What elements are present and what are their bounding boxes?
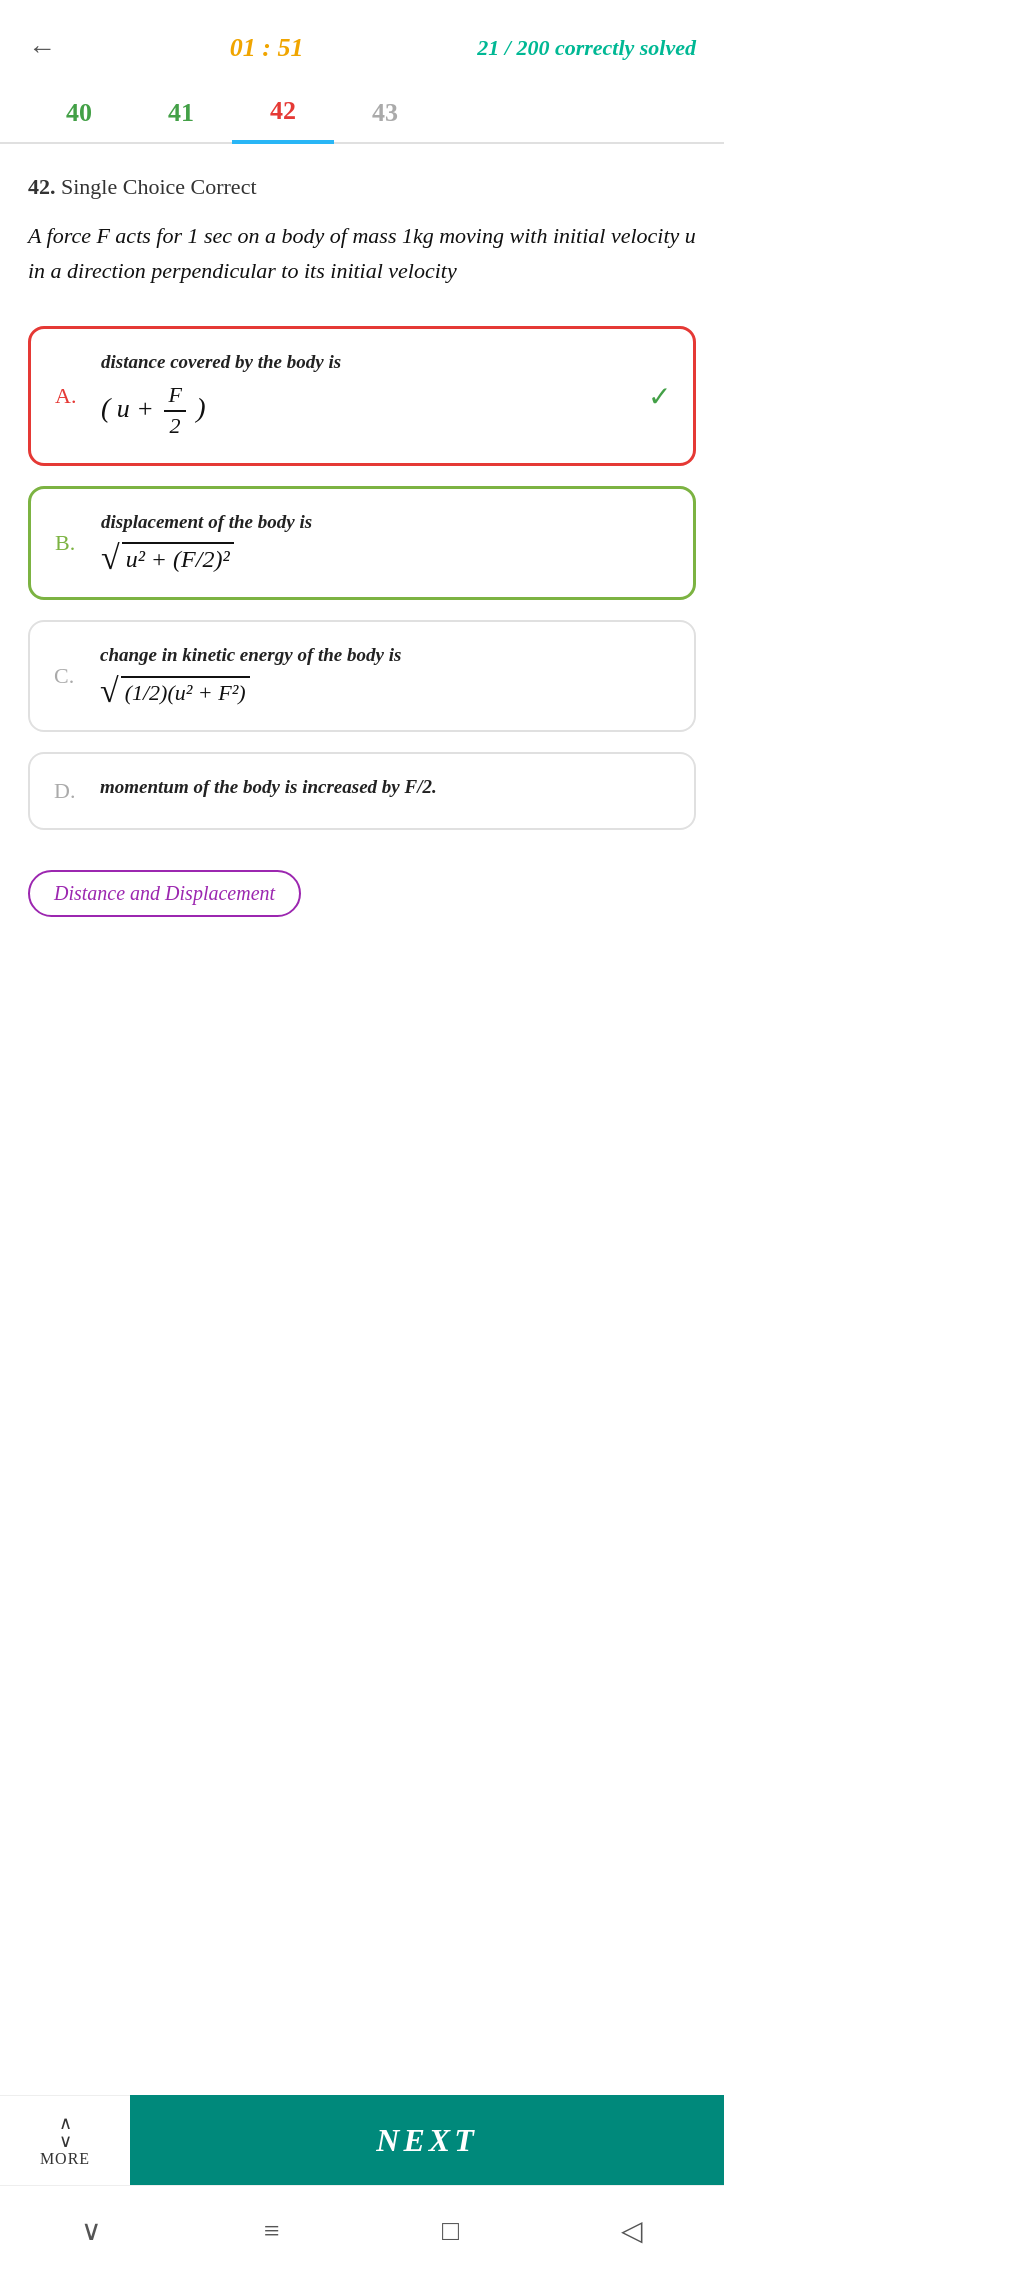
option-d-subtitle: momentum of the body is increased by F/2… bbox=[100, 776, 670, 798]
more-button[interactable]: ∧∨ MORE bbox=[0, 2095, 130, 2185]
question-header: 42. Single Choice Correct bbox=[28, 174, 696, 200]
question-number: 42. bbox=[28, 174, 56, 199]
next-label: NEXT bbox=[376, 2122, 477, 2159]
tab-43[interactable]: 43 bbox=[334, 86, 436, 142]
option-c-label: C. bbox=[54, 663, 82, 689]
option-b-label: B. bbox=[55, 530, 83, 556]
option-b[interactable]: B. displacement of the body is √ u² + (F… bbox=[28, 486, 696, 600]
progress-text: 21 / 200 correctly solved bbox=[477, 35, 696, 61]
question-section: 42. Single Choice Correct A force F acts… bbox=[0, 144, 724, 326]
option-a[interactable]: A. distance covered by the body is ( u +… bbox=[28, 326, 696, 465]
nav-arrow-icon[interactable]: ◁ bbox=[621, 2214, 643, 2247]
more-arrows-icon: ∧∨ bbox=[59, 2114, 72, 2150]
topic-tag[interactable]: Distance and Displacement bbox=[28, 870, 301, 917]
more-label: MORE bbox=[40, 2150, 90, 2168]
tab-bar: 40 41 42 43 bbox=[0, 84, 724, 144]
option-b-content: displacement of the body is √ u² + (F/2)… bbox=[101, 511, 669, 575]
option-a-label: A. bbox=[55, 383, 83, 409]
option-c[interactable]: C. change in kinetic energy of the body … bbox=[28, 620, 696, 732]
option-b-subtitle: displacement of the body is bbox=[101, 511, 669, 533]
question-type: Single Choice Correct bbox=[61, 174, 257, 199]
option-b-formula: √ u² + (F/2)² bbox=[101, 541, 669, 575]
option-d-label: D. bbox=[54, 778, 82, 804]
option-a-formula: ( u + F 2 ) bbox=[101, 381, 669, 440]
option-c-content: change in kinetic energy of the body is … bbox=[100, 644, 670, 708]
tab-42[interactable]: 42 bbox=[232, 84, 334, 144]
option-d[interactable]: D. momentum of the body is increased by … bbox=[28, 752, 696, 830]
tab-40[interactable]: 40 bbox=[28, 86, 130, 142]
option-c-formula: √ (1/2)(u² + F²) bbox=[100, 674, 670, 708]
bottom-bar: ∧∨ MORE NEXT bbox=[0, 2095, 724, 2185]
next-button[interactable]: NEXT bbox=[130, 2095, 724, 2185]
timer-display: 01 : 51 bbox=[230, 33, 304, 63]
system-nav-bar: ∨ ≡ □ ◁ bbox=[0, 2185, 724, 2275]
topic-section: Distance and Displacement bbox=[0, 830, 724, 937]
option-c-subtitle: change in kinetic energy of the body is bbox=[100, 644, 670, 666]
option-a-subtitle: distance covered by the body is bbox=[101, 351, 669, 373]
question-text: A force F acts for 1 sec on a body of ma… bbox=[28, 218, 696, 288]
header: ← 01 : 51 21 / 200 correctly solved bbox=[0, 0, 724, 84]
nav-recent-icon[interactable]: □ bbox=[442, 2215, 459, 2247]
nav-home-icon[interactable]: ≡ bbox=[264, 2215, 280, 2247]
option-d-content: momentum of the body is increased by F/2… bbox=[100, 776, 670, 806]
nav-back-icon[interactable]: ∨ bbox=[81, 2214, 102, 2247]
back-button[interactable]: ← bbox=[28, 32, 56, 64]
tab-41[interactable]: 41 bbox=[130, 86, 232, 142]
checkmark-a: ✓ bbox=[648, 379, 671, 412]
option-a-content: distance covered by the body is ( u + F … bbox=[101, 351, 669, 440]
options-container: A. distance covered by the body is ( u +… bbox=[0, 326, 724, 829]
